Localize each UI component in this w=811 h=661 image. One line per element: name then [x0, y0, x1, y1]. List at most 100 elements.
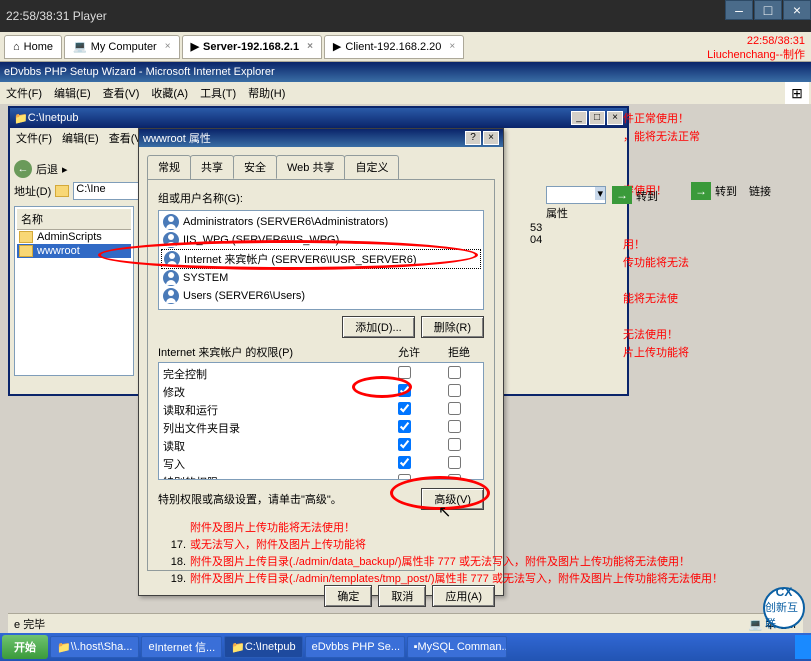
menu-help[interactable]: 帮助(H) — [248, 85, 285, 101]
list-item[interactable]: Users (SERVER6\Users) — [161, 287, 481, 305]
deny-checkbox[interactable] — [448, 456, 461, 469]
background-text: 53 04 — [530, 222, 542, 246]
allow-checkbox[interactable] — [398, 474, 411, 480]
file-list[interactable]: 名称 AdminScripts wwwroot — [14, 206, 134, 376]
perm-name: 特别的权限 — [163, 474, 379, 480]
dialog-controls: ? × — [465, 131, 499, 145]
allow-checkbox[interactable] — [398, 438, 411, 451]
maximize-button[interactable]: □ — [589, 111, 605, 125]
forward-button[interactable]: ▸ — [62, 163, 68, 176]
tab-client[interactable]: ▶Client-192.168.2.20× — [324, 35, 464, 59]
deny-checkbox[interactable] — [448, 420, 461, 433]
tab-home[interactable]: ⌂Home — [4, 35, 62, 59]
minimize-button[interactable]: _ — [571, 111, 587, 125]
column-attr: 属性 — [546, 205, 568, 221]
permission-row: 完全控制 — [163, 365, 479, 383]
deny-checkbox[interactable] — [448, 474, 461, 480]
ok-button[interactable]: 确定 — [324, 585, 372, 607]
cancel-button[interactable]: 取消 — [378, 585, 426, 607]
user-list[interactable]: Administrators (SERVER6\Administrators) … — [158, 210, 484, 310]
tab-sharing[interactable]: 共享 — [190, 155, 234, 179]
task-item[interactable]: 📁C:\Inetpub — [224, 636, 302, 658]
menu-file[interactable]: 文件(F) — [6, 85, 42, 101]
perm-name: 写入 — [163, 456, 379, 472]
menu-edit[interactable]: 编辑(E) — [62, 130, 99, 146]
allow-checkbox[interactable] — [398, 384, 411, 397]
permission-row: 修改 — [163, 383, 479, 401]
deny-checkbox[interactable] — [448, 402, 461, 415]
list-item[interactable]: AdminScripts — [17, 230, 131, 244]
menu-view[interactable]: 查看(V) — [103, 85, 140, 101]
dialog-titlebar[interactable]: wwwroot 属性 ? × — [139, 129, 503, 147]
group-icon — [163, 232, 179, 248]
minimize-button[interactable]: – — [725, 0, 753, 20]
remove-button[interactable]: 删除(R) — [421, 316, 484, 338]
help-button[interactable]: ? — [465, 131, 481, 145]
tab-mycomputer[interactable]: 💻My Computer× — [64, 35, 180, 59]
task-item[interactable]: 📁\\.host\Sha... — [50, 636, 139, 658]
close-button[interactable]: × — [483, 131, 499, 145]
perm-name: 读取 — [163, 438, 379, 454]
close-icon[interactable]: × — [165, 41, 171, 52]
explorer-titlebar[interactable]: 📁 C:\Inetpub _ □ × — [10, 108, 627, 128]
user-icon — [163, 270, 179, 286]
maximize-button[interactable]: □ — [754, 0, 782, 20]
tab-server[interactable]: ▶Server-192.168.2.1× — [182, 35, 322, 59]
menu-file[interactable]: 文件(F) — [16, 130, 52, 146]
perm-name: 读取和运行 — [163, 402, 379, 418]
allow-checkbox[interactable] — [398, 456, 411, 469]
vm-icon: ▶ — [333, 40, 341, 53]
task-item[interactable]: eDvbbs PHP Se... — [305, 636, 405, 658]
list-item[interactable]: Internet 来宾帐户 (SERVER6\IUSR_SERVER6) — [161, 249, 481, 269]
go-button[interactable]: → — [612, 186, 632, 204]
back-button[interactable]: ← — [14, 160, 32, 178]
list-item[interactable]: IIS_WPG (SERVER6\IIS_WPG) — [161, 231, 481, 249]
list-item[interactable]: Administrators (SERVER6\Administrators) — [161, 213, 481, 231]
explorer-toolbar: ← 后退 ▸ — [14, 160, 68, 178]
apply-button[interactable]: 应用(A) — [432, 585, 495, 607]
allow-header: 允许 — [384, 344, 434, 360]
dropdown[interactable]: ▾ — [546, 186, 606, 204]
allow-checkbox[interactable] — [398, 420, 411, 433]
group-label: 组或用户名称(G): — [158, 190, 484, 206]
allow-checkbox[interactable] — [398, 402, 411, 415]
overlay-text: 22:58/38:31 Liuchenchang--制作 — [707, 34, 805, 62]
start-button[interactable]: 开始 — [2, 635, 48, 659]
deny-checkbox[interactable] — [448, 366, 461, 379]
tab-general[interactable]: 常规 — [147, 155, 191, 179]
cursor-icon: ↖ — [438, 502, 451, 522]
close-button[interactable]: × — [607, 111, 623, 125]
system-tray[interactable] — [795, 635, 811, 659]
list-item[interactable]: SYSTEM — [161, 269, 481, 287]
close-icon[interactable]: × — [449, 41, 455, 52]
group-icon — [163, 214, 179, 230]
vmware-window-controls: – □ × — [724, 0, 811, 20]
address-input[interactable]: C:\Ine — [73, 182, 143, 200]
deny-checkbox[interactable] — [448, 438, 461, 451]
close-icon[interactable]: × — [307, 41, 313, 52]
tab-websharing[interactable]: Web 共享 — [276, 155, 345, 179]
allow-checkbox[interactable] — [398, 366, 411, 379]
menu-edit[interactable]: 编辑(E) — [54, 85, 91, 101]
tab-security[interactable]: 安全 — [233, 155, 277, 179]
vm-icon: ▶ — [191, 40, 199, 53]
task-item[interactable]: eInternet 信... — [141, 636, 222, 658]
list-item[interactable]: wwwroot — [17, 244, 131, 258]
permission-row: 写入 — [163, 455, 479, 473]
tab-custom[interactable]: 自定义 — [344, 155, 399, 179]
advanced-button[interactable]: 高级(V) — [421, 488, 484, 510]
task-item[interactable]: ▪MySQL Comman... — [407, 636, 507, 658]
menu-favorites[interactable]: 收藏(A) — [151, 85, 188, 101]
computer-icon: 💻 — [73, 40, 87, 53]
permission-row: 列出文件夹目录 — [163, 419, 479, 437]
close-button[interactable]: × — [783, 0, 811, 20]
watermark-logo: CX 创新互联 — [763, 587, 805, 629]
vmware-title: 22:58/38:31 Player — [6, 9, 107, 23]
permissions-list[interactable]: 完全控制修改读取和运行列出文件夹目录读取写入特别的权限 — [158, 362, 484, 480]
menu-tools[interactable]: 工具(T) — [200, 85, 236, 101]
add-button[interactable]: 添加(D)... — [342, 316, 414, 338]
deny-checkbox[interactable] — [448, 384, 461, 397]
vmware-tabs: ⌂Home 💻My Computer× ▶Server-192.168.2.1×… — [0, 32, 811, 62]
folder-icon — [19, 231, 33, 243]
column-name[interactable]: 名称 — [17, 209, 131, 230]
